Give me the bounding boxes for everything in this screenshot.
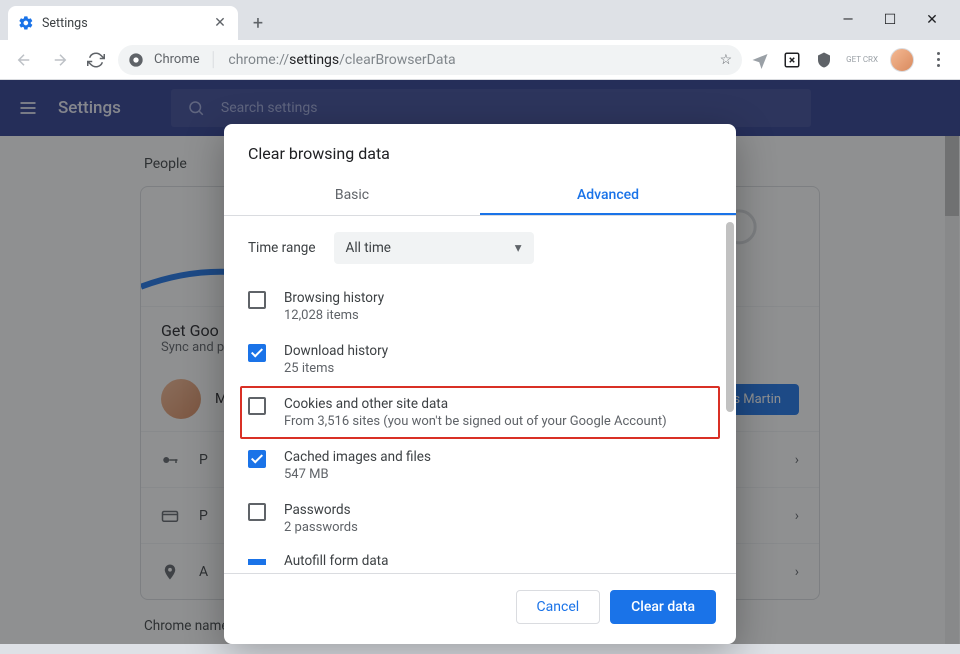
get-crx-badge[interactable]: GET CRX: [846, 56, 878, 64]
browser-tab-strip: Settings ✕ + — ☐ ✕: [0, 0, 960, 40]
dialog-title: Clear browsing data: [224, 124, 736, 175]
close-window-icon[interactable]: ✕: [918, 6, 946, 34]
bookmark-star-icon[interactable]: ☆: [720, 52, 733, 68]
box-x-icon[interactable]: [782, 50, 802, 70]
item-browsing-history[interactable]: Browsing history 12,028 items: [248, 280, 712, 333]
checkbox[interactable]: [248, 450, 266, 468]
checkbox-partial[interactable]: [248, 559, 266, 565]
tab-title: Settings: [42, 16, 88, 31]
item-cached[interactable]: Cached images and files 547 MB: [248, 439, 712, 492]
dialog-scrollbar-thumb[interactable]: [726, 222, 734, 412]
url-text: chrome://settings/clearBrowserData: [228, 52, 455, 68]
tab-basic[interactable]: Basic: [224, 175, 480, 215]
dialog-scrollbar[interactable]: [726, 222, 734, 567]
clear-browsing-data-dialog: Clear browsing data Basic Advanced Time …: [224, 124, 736, 644]
time-range-value: All time: [346, 240, 391, 256]
cancel-button[interactable]: Cancel: [516, 590, 601, 624]
back-icon[interactable]: [10, 46, 38, 74]
item-passwords[interactable]: Passwords 2 passwords: [248, 492, 712, 545]
new-tab-button[interactable]: +: [244, 9, 272, 37]
plane-icon[interactable]: [750, 50, 770, 70]
maximize-icon[interactable]: ☐: [876, 6, 904, 34]
time-range-select[interactable]: All time ▾: [334, 232, 534, 264]
minimize-icon[interactable]: —: [834, 6, 862, 34]
window-controls: — ☐ ✕: [834, 6, 946, 34]
close-tab-icon[interactable]: ✕: [212, 15, 228, 31]
gear-icon: [18, 15, 34, 31]
checkbox[interactable]: [248, 397, 266, 415]
tab-advanced[interactable]: Advanced: [480, 175, 736, 215]
browser-toolbar: Chrome │ chrome://settings/clearBrowserD…: [0, 40, 960, 80]
item-cookies[interactable]: Cookies and other site data From 3,516 s…: [240, 386, 720, 439]
dialog-tabs: Basic Advanced: [224, 175, 736, 216]
kebab-menu-icon[interactable]: [926, 52, 950, 67]
time-range-label: Time range: [248, 240, 316, 256]
address-bar[interactable]: Chrome │ chrome://settings/clearBrowserD…: [118, 45, 742, 75]
profile-avatar-icon[interactable]: [890, 48, 914, 72]
chrome-badge-icon: [128, 52, 144, 68]
item-autofill[interactable]: Autofill form data: [248, 545, 712, 569]
modal-overlay: Clear browsing data Basic Advanced Time …: [0, 80, 960, 644]
browser-tab[interactable]: Settings ✕: [8, 6, 238, 40]
dialog-actions: Cancel Clear data: [224, 574, 736, 644]
clear-data-button[interactable]: Clear data: [610, 590, 716, 624]
url-prefix: Chrome: [154, 52, 200, 67]
forward-icon[interactable]: [46, 46, 74, 74]
checkbox[interactable]: [248, 503, 266, 521]
shield-icon[interactable]: [814, 50, 834, 70]
checkbox[interactable]: [248, 344, 266, 362]
item-download-history[interactable]: Download history 25 items: [248, 333, 712, 386]
reload-icon[interactable]: [82, 46, 110, 74]
extension-icons: GET CRX: [750, 48, 950, 72]
checkbox[interactable]: [248, 291, 266, 309]
caret-down-icon: ▾: [515, 240, 522, 256]
